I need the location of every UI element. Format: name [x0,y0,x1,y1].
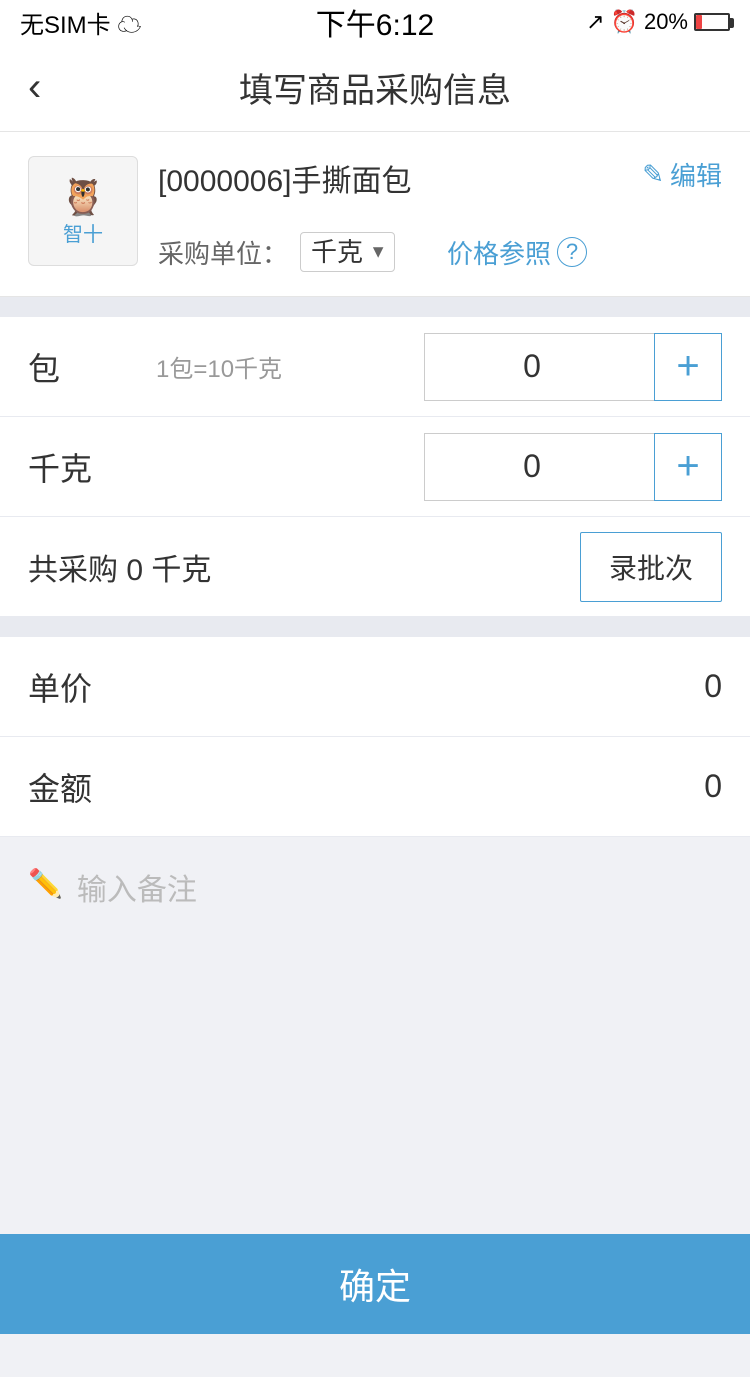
total-text: 共采购 0 千克 [28,545,211,589]
note-section[interactable]: ✏️ 输入备注 [0,837,750,977]
status-bar: 无SIM卡 ☁ 下午6:12 ↗ ⏰ 20% [0,0,750,44]
confirm-button[interactable]: 确定 [0,1234,750,1334]
battery-text: 20% [644,9,688,35]
help-icon: ? [557,237,587,267]
bao-plus-button[interactable]: + [654,333,722,401]
product-card: 🦉 智十 [0000006]手撕面包 ✎ 编辑 采购单位： 千克 包 [0,132,750,297]
form-sublabel-bao: 1包=10千克 [156,349,282,384]
location-icon: ↗ [586,9,604,35]
status-left: 无SIM卡 ☁ [20,5,141,40]
price-row-unit: 单价 0 [0,637,750,737]
form-input-wrap-bao: + [282,333,722,401]
alarm-icon: ⏰ [611,9,638,35]
total-prefix: 共采购 [28,554,118,587]
amount-value: 0 [704,768,722,805]
price-row-amount: 金额 0 [0,737,750,837]
section-divider-2 [0,617,750,637]
nav-bar: ‹ 填写商品采购信息 [0,44,750,132]
form-input-wrap-kg: + [148,433,722,501]
back-button[interactable]: ‹ [28,65,41,110]
status-time: 下午6:12 [316,0,434,44]
empty-space [0,977,750,1277]
product-top-row: [0000006]手撕面包 ✎ 编辑 [158,156,722,216]
note-placeholder: 输入备注 [77,865,197,909]
total-unit: 千克 [151,554,211,587]
unit-label: 采购单位： [158,234,288,271]
form-section: 包 1包=10千克 + 千克 + [0,317,750,517]
edit-icon: ✎ [642,159,664,190]
amount-label: 金额 [28,764,92,810]
product-name: [0000006]手撕面包 [158,156,411,200]
kg-plus-button[interactable]: + [654,433,722,501]
product-unit-row: 采购单位： 千克 包 价格参照 ? [158,232,722,272]
section-divider-1 [0,297,750,317]
price-ref-button[interactable]: 价格参照 ? [447,234,587,271]
unit-select[interactable]: 千克 包 [300,232,395,272]
batch-button[interactable]: 录批次 [580,532,722,602]
product-image: 🦉 智十 [28,156,138,266]
unit-price-label: 单价 [28,664,92,710]
edit-label: 编辑 [670,156,722,193]
brand-text: 智十 [63,218,103,247]
total-amount: 0 [126,554,143,587]
battery-icon [694,13,730,31]
page-title: 填写商品采购信息 [239,63,511,112]
price-section: 单价 0 金额 0 [0,637,750,837]
form-row-bao: 包 1包=10千克 + [0,317,750,417]
no-sim-text: 无SIM卡 ☁ [20,5,141,40]
price-ref-label: 价格参照 [447,234,551,271]
pencil-icon: ✏️ [28,867,63,900]
owl-icon: 🦉 [61,176,106,218]
unit-select-wrap[interactable]: 千克 包 [300,232,395,272]
form-label-bao: 包 [28,344,148,390]
kg-quantity-input[interactable] [424,433,654,501]
unit-price-value: 0 [704,668,722,705]
bao-quantity-input[interactable] [424,333,654,401]
total-row: 共采购 0 千克 录批次 [0,517,750,617]
status-right: ↗ ⏰ 20% [586,9,730,35]
edit-button[interactable]: ✎ 编辑 [642,156,722,193]
form-row-kg: 千克 + [0,417,750,517]
confirm-button-label: 确定 [339,1258,411,1310]
product-info: [0000006]手撕面包 ✎ 编辑 采购单位： 千克 包 价格参照 ? [158,156,722,272]
form-label-kg: 千克 [28,444,148,490]
